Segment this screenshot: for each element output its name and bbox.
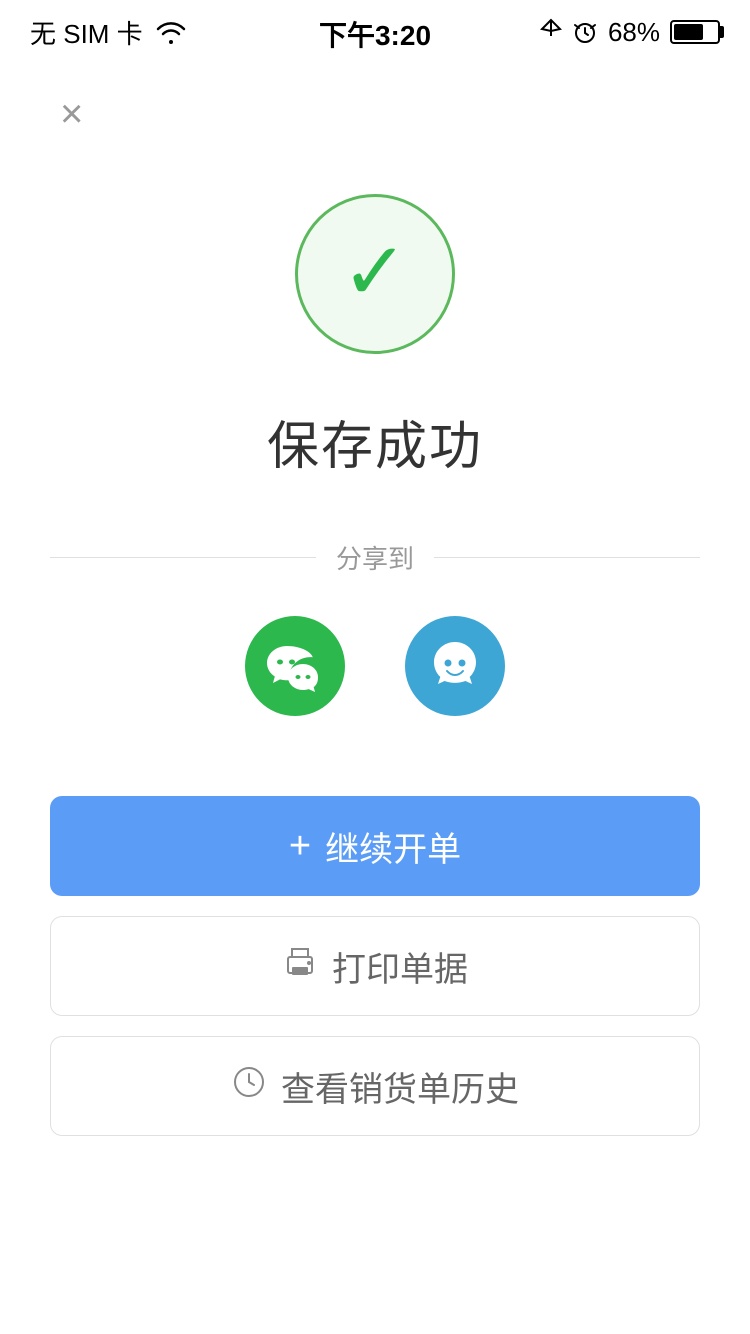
battery-percent: 68% [608, 17, 660, 48]
time-display: 下午3:20 [319, 14, 431, 54]
checkmark-icon: ✓ [341, 232, 408, 312]
print-button[interactable]: 打印单据 [50, 916, 700, 1016]
status-bar: 无 SIM 卡 下午3:20 68% [0, 0, 750, 64]
success-circle: ✓ [295, 194, 455, 354]
divider-line-right [434, 557, 700, 558]
alarm-icon [572, 19, 598, 45]
share-label: 分享到 [336, 539, 414, 576]
wechat-share-button[interactable] [245, 616, 345, 716]
battery-fill [674, 24, 703, 40]
status-left: 无 SIM 卡 [30, 14, 187, 51]
continue-button[interactable]: + 继续开单 [50, 796, 700, 896]
print-label: 打印单据 [332, 942, 468, 991]
continue-label: 继续开单 [325, 822, 461, 871]
divider-line-left [50, 557, 316, 558]
action-buttons: + 继续开单 打印单据 查看销货单历史 [50, 796, 700, 1136]
printer-icon [282, 945, 318, 987]
qq-share-button[interactable] [405, 616, 505, 716]
wechat-icon [265, 636, 325, 696]
success-title: 保存成功 [267, 404, 483, 479]
share-icons-row [245, 616, 505, 716]
location-icon [540, 18, 562, 46]
status-right: 68% [540, 17, 720, 48]
history-icon [231, 1064, 267, 1108]
carrier-text: 无 SIM 卡 [30, 14, 143, 51]
wifi-icon [155, 20, 187, 44]
qq-icon [425, 636, 485, 696]
plus-icon: + [289, 825, 311, 868]
share-divider: 分享到 [50, 539, 700, 576]
main-content: × ✓ 保存成功 分享到 [0, 64, 750, 1136]
close-button[interactable]: × [60, 94, 83, 134]
history-button[interactable]: 查看销货单历史 [50, 1036, 700, 1136]
history-label: 查看销货单历史 [281, 1062, 519, 1111]
battery-bar [670, 20, 720, 44]
